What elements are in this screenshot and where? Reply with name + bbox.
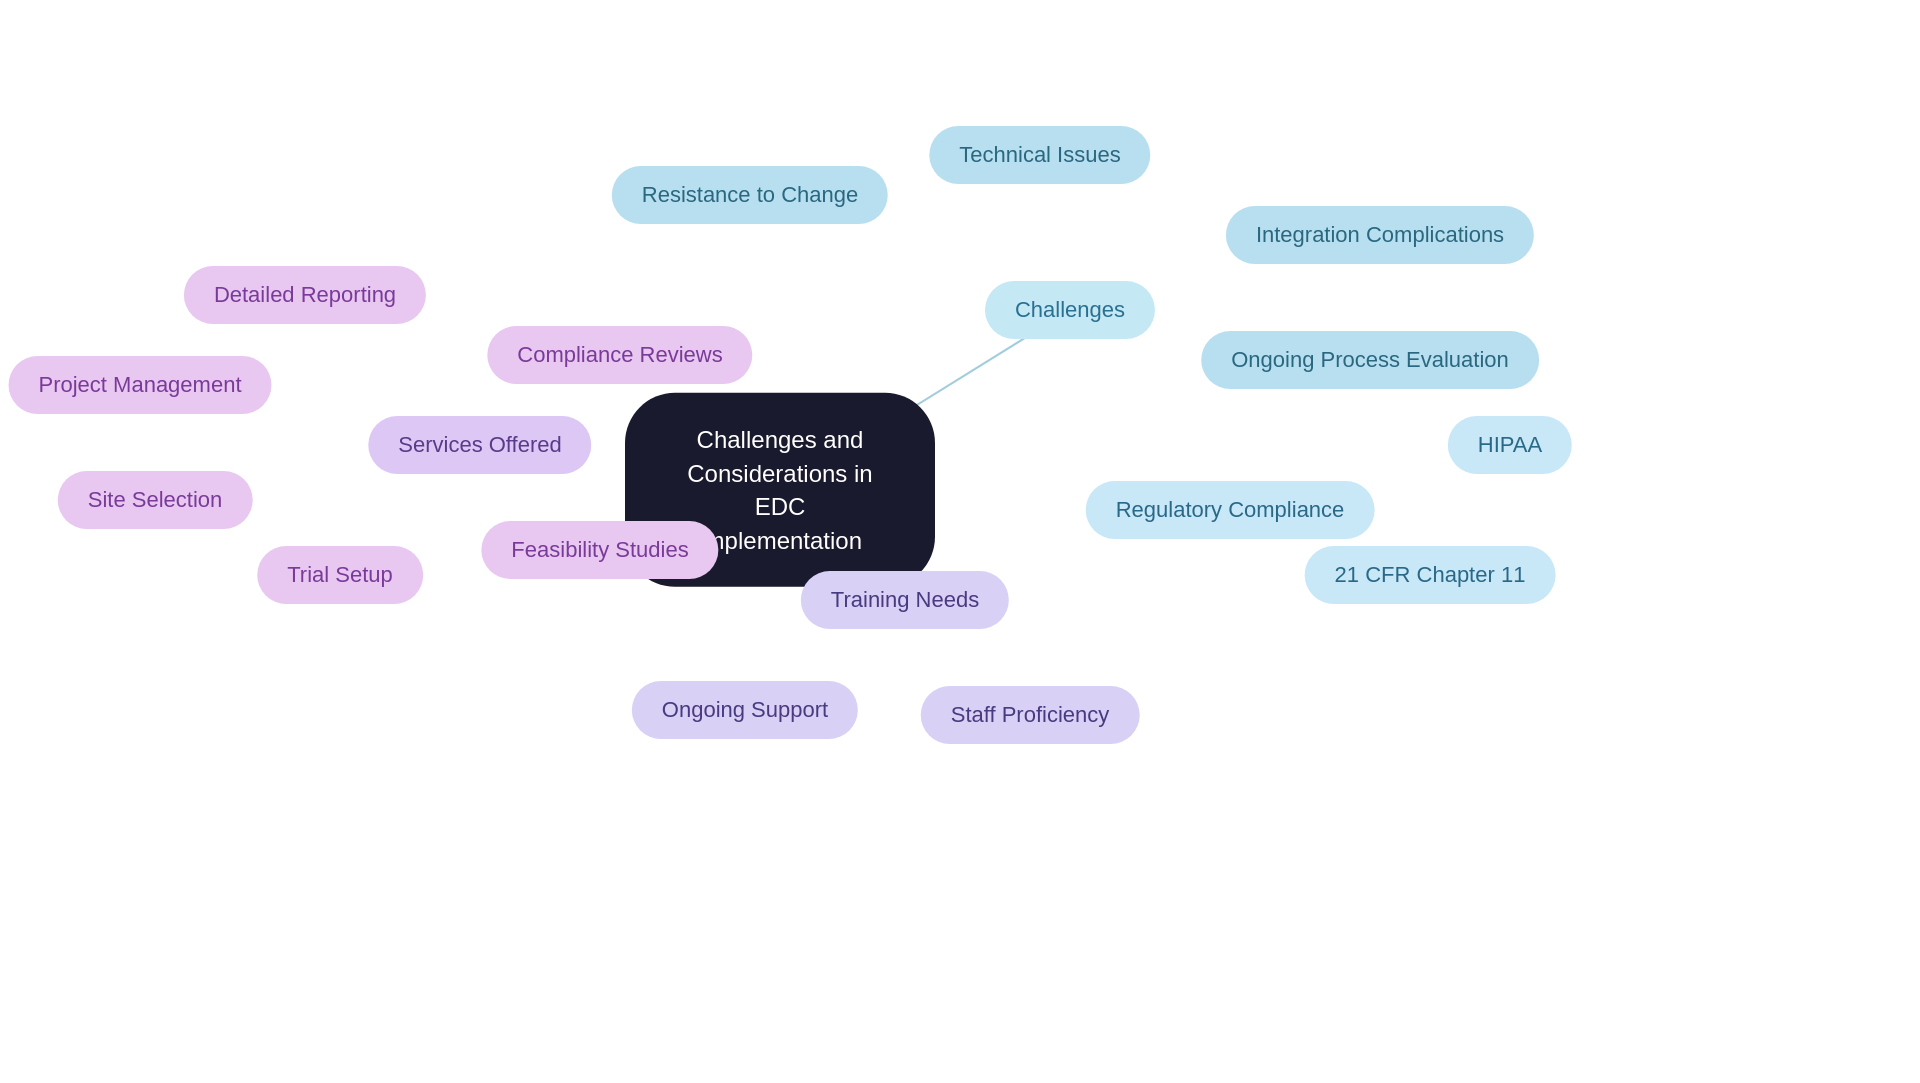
node-ongoing-process-evaluation[interactable]: Ongoing Process Evaluation [1201, 331, 1539, 389]
node-trial-setup[interactable]: Trial Setup [257, 546, 423, 604]
node-compliance-reviews[interactable]: Compliance Reviews [487, 326, 752, 384]
node-resistance-to-change[interactable]: Resistance to Change [612, 166, 888, 224]
node-staff-proficiency[interactable]: Staff Proficiency [921, 686, 1140, 744]
node-feasibility-studies[interactable]: Feasibility Studies [481, 521, 718, 579]
node-detailed-reporting[interactable]: Detailed Reporting [184, 266, 426, 324]
node-integration-complications[interactable]: Integration Complications [1226, 206, 1534, 264]
node-site-selection[interactable]: Site Selection [58, 471, 253, 529]
node-regulatory-compliance[interactable]: Regulatory Compliance [1086, 481, 1375, 539]
mind-map: Challenges and Considerations in EDC Imp… [0, 0, 1920, 1083]
node-challenges[interactable]: Challenges [985, 281, 1155, 339]
node-cfr[interactable]: 21 CFR Chapter 11 [1305, 546, 1556, 604]
node-project-management[interactable]: Project Management [9, 356, 272, 414]
node-ongoing-support[interactable]: Ongoing Support [632, 681, 858, 739]
node-hipaa[interactable]: HIPAA [1448, 416, 1572, 474]
node-training-needs[interactable]: Training Needs [801, 571, 1009, 629]
node-services-offered[interactable]: Services Offered [368, 416, 591, 474]
node-technical-issues[interactable]: Technical Issues [929, 126, 1150, 184]
